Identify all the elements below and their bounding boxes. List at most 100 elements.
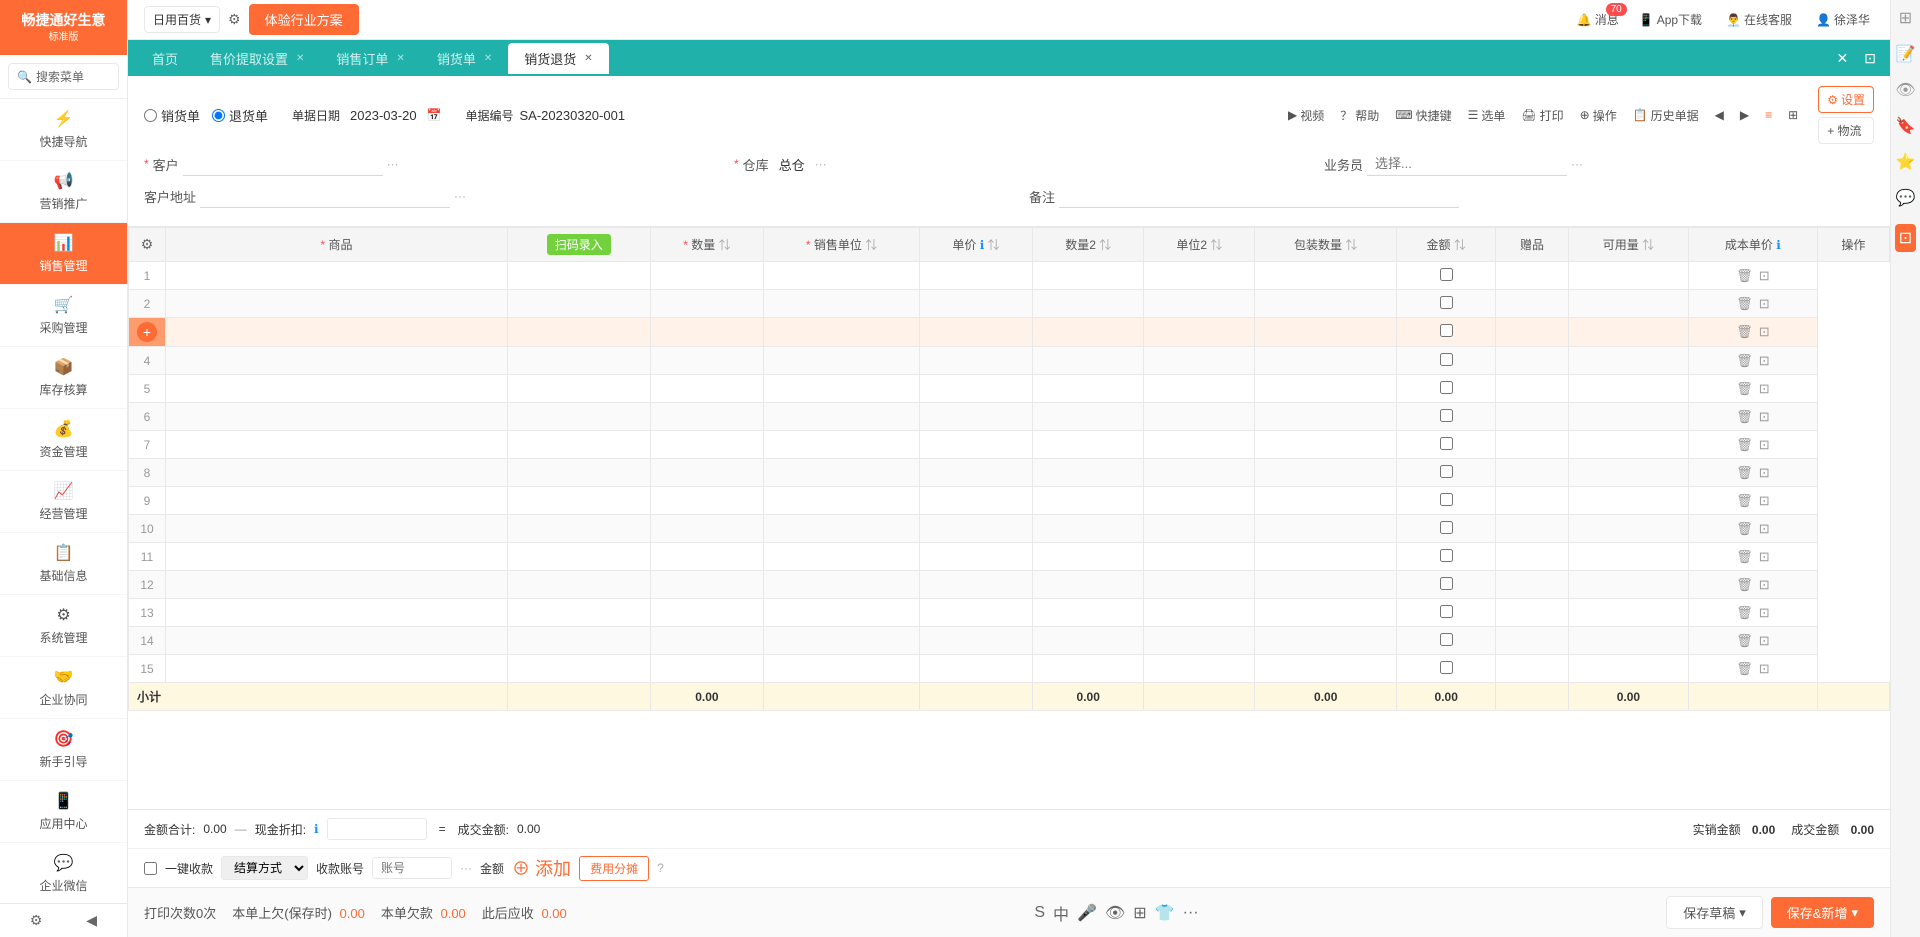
tool-icon-3[interactable]: 👁 — [1105, 903, 1125, 923]
cost-price-info-icon[interactable]: ℹ — [1776, 238, 1781, 252]
save-new-button[interactable]: 保存&新增 ▾ — [1771, 897, 1874, 928]
sidebar-item-enterprise[interactable]: 🤝 企业协同 — [0, 657, 127, 719]
cost-price-cell-2[interactable] — [1568, 290, 1688, 318]
gift-checkbox[interactable] — [1440, 521, 1453, 534]
gift-cell-1[interactable] — [1397, 262, 1496, 290]
right-bookmark-icon[interactable]: 🔖 — [1896, 116, 1916, 136]
delete-icon[interactable]: 🗑 — [1736, 381, 1753, 397]
col-amount-sort-icon[interactable]: ⇅ — [1454, 238, 1466, 252]
copy-icon[interactable]: ⊡ — [1759, 493, 1770, 509]
delete-icon[interactable]: 🗑 — [1736, 549, 1753, 565]
add-row-button[interactable]: + — [137, 322, 157, 342]
gift-checkbox-1[interactable] — [1440, 268, 1453, 281]
sidebar-item-inventory[interactable]: 📦 库存核算 — [0, 347, 127, 409]
right-grid-icon[interactable]: ⊞ — [1899, 8, 1912, 28]
available-cell-3[interactable] — [1496, 318, 1568, 347]
tab-home[interactable]: 首页 — [136, 43, 194, 74]
warehouse-dots[interactable]: ··· — [815, 157, 827, 171]
settings-gear-button[interactable]: ⚙ — [228, 11, 241, 28]
gift-checkbox[interactable] — [1440, 437, 1453, 450]
delete-icon-1[interactable]: 🗑 — [1736, 268, 1753, 284]
notification-area[interactable]: 🔔 70 消息 — [1576, 11, 1618, 28]
sidebar-item-guide[interactable]: 🎯 新手引导 — [0, 719, 127, 781]
sougou-icon[interactable]: S — [1034, 904, 1045, 922]
unit2-cell-3[interactable] — [1033, 318, 1144, 347]
sidebar-item-basic-info[interactable]: 📋 基础信息 — [0, 533, 127, 595]
delete-icon[interactable]: 🗑 — [1736, 353, 1753, 369]
tool-icon-2[interactable]: 🎤 — [1077, 903, 1097, 923]
search-menu-button[interactable]: 🔍 搜索菜单 — [8, 63, 119, 90]
gift-checkbox-2[interactable] — [1440, 296, 1453, 309]
select-btn[interactable]: ☰ 选单 — [1464, 105, 1510, 126]
salesperson-dots[interactable]: ··· — [1571, 157, 1583, 171]
user-area[interactable]: 👤 徐泽华 — [1812, 9, 1874, 30]
collapse-button[interactable]: ◀ — [86, 912, 97, 929]
gift-checkbox[interactable] — [1440, 549, 1453, 562]
right-eye-icon[interactable]: 👁 — [1895, 80, 1915, 100]
app-download-area[interactable]: 📱 App下载 — [1635, 9, 1706, 30]
tab-sales-order-close[interactable]: ✕ — [396, 53, 404, 64]
sidebar-item-marketing[interactable]: 📢 营销推广 — [0, 161, 127, 223]
tab-delivery-close[interactable]: ✕ — [484, 53, 492, 64]
col-package-qty-sort-icon[interactable]: ⇅ — [1345, 238, 1357, 252]
delivery-radio[interactable] — [144, 109, 157, 122]
tab-price-setting[interactable]: 售价提取设置 ✕ — [194, 43, 320, 74]
industry-dropdown[interactable]: 日用百货 ▾ — [144, 6, 220, 33]
sidebar-item-shortcut[interactable]: ⚡ 快捷导航 — [0, 99, 127, 161]
tab-price-setting-close[interactable]: ✕ — [296, 53, 304, 64]
gift-checkbox[interactable] — [1440, 605, 1453, 618]
product-input-3[interactable] — [174, 325, 499, 340]
delete-icon-3[interactable]: 🗑 — [1736, 324, 1753, 340]
history-btn[interactable]: 📋 历史单据 — [1629, 105, 1703, 126]
tab-return[interactable]: 销货退货 ✕ — [508, 43, 608, 74]
logistics-btn[interactable]: + 物流 — [1818, 117, 1874, 144]
unit-price-cell-1[interactable] — [764, 262, 920, 290]
save-draft-button[interactable]: 保存草稿 ▾ — [1666, 896, 1763, 929]
right-note-icon[interactable]: 📝 — [1896, 44, 1916, 64]
shortcut-btn[interactable]: ⌨ 快捷键 — [1391, 105, 1455, 126]
copy-icon[interactable]: ⊡ — [1759, 465, 1770, 481]
tab-delivery[interactable]: 销货单 ✕ — [421, 43, 508, 74]
settings-bottom-button[interactable]: ⚙ — [30, 912, 43, 929]
delete-icon[interactable]: 🗑 — [1736, 633, 1753, 649]
sales-unit-cell-3[interactable] — [650, 318, 763, 347]
list-view-btn[interactable]: ≡ — [1761, 106, 1776, 124]
copy-icon[interactable]: ⊡ — [1759, 437, 1770, 453]
amount-cell-2[interactable] — [1255, 290, 1397, 318]
scan-button[interactable]: 扫码录入 — [547, 234, 611, 255]
col-available-sort-icon[interactable]: ⇅ — [1642, 238, 1654, 252]
qty2-cell-1[interactable] — [919, 262, 1032, 290]
copy-icon[interactable]: ⊡ — [1759, 409, 1770, 425]
copy-icon[interactable]: ⊡ — [1759, 661, 1770, 677]
gift-checkbox[interactable] — [1440, 465, 1453, 478]
help-btn[interactable]: ？ 帮助 — [1336, 105, 1383, 126]
gift-cell-2[interactable] — [1397, 290, 1496, 318]
salesperson-input[interactable] — [1367, 152, 1567, 176]
delete-icon[interactable]: 🗑 — [1736, 409, 1753, 425]
maximize-button[interactable]: ⊡ — [1858, 46, 1882, 71]
available-cell-1[interactable] — [1496, 262, 1568, 290]
sidebar-item-app-center[interactable]: 📱 应用中心 — [0, 781, 127, 843]
delete-icon[interactable]: 🗑 — [1736, 661, 1753, 677]
discount-info-icon[interactable]: ℹ — [314, 822, 319, 836]
unit-price-cell-2[interactable] — [764, 290, 920, 318]
gift-checkbox-3[interactable] — [1440, 324, 1453, 337]
cost-price-cell-3[interactable] — [1568, 318, 1688, 347]
tool-icon-1[interactable]: 中 — [1053, 901, 1069, 925]
copy-icon[interactable]: ⊡ — [1759, 353, 1770, 369]
col-qty2-sort-icon[interactable]: ⇅ — [1099, 238, 1111, 252]
delete-icon[interactable]: 🗑 — [1736, 465, 1753, 481]
payment-method-select[interactable]: 结算方式 — [221, 856, 308, 880]
remark-input[interactable] — [1059, 184, 1459, 208]
right-table-icon[interactable]: ⊡ — [1895, 224, 1916, 252]
customer-input[interactable] — [183, 152, 383, 176]
col-unit-price-sort-icon[interactable]: ⇅ — [988, 238, 1000, 252]
qty2-cell-2[interactable] — [919, 290, 1032, 318]
qty-cell-2[interactable] — [507, 290, 650, 318]
address-dots[interactable]: ··· — [454, 189, 466, 203]
account-input[interactable] — [372, 857, 452, 879]
product-cell-2[interactable] — [166, 290, 508, 318]
sidebar-item-finance[interactable]: 💰 资金管理 — [0, 409, 127, 471]
address-input[interactable] — [200, 184, 450, 208]
delete-icon[interactable]: 🗑 — [1736, 605, 1753, 621]
